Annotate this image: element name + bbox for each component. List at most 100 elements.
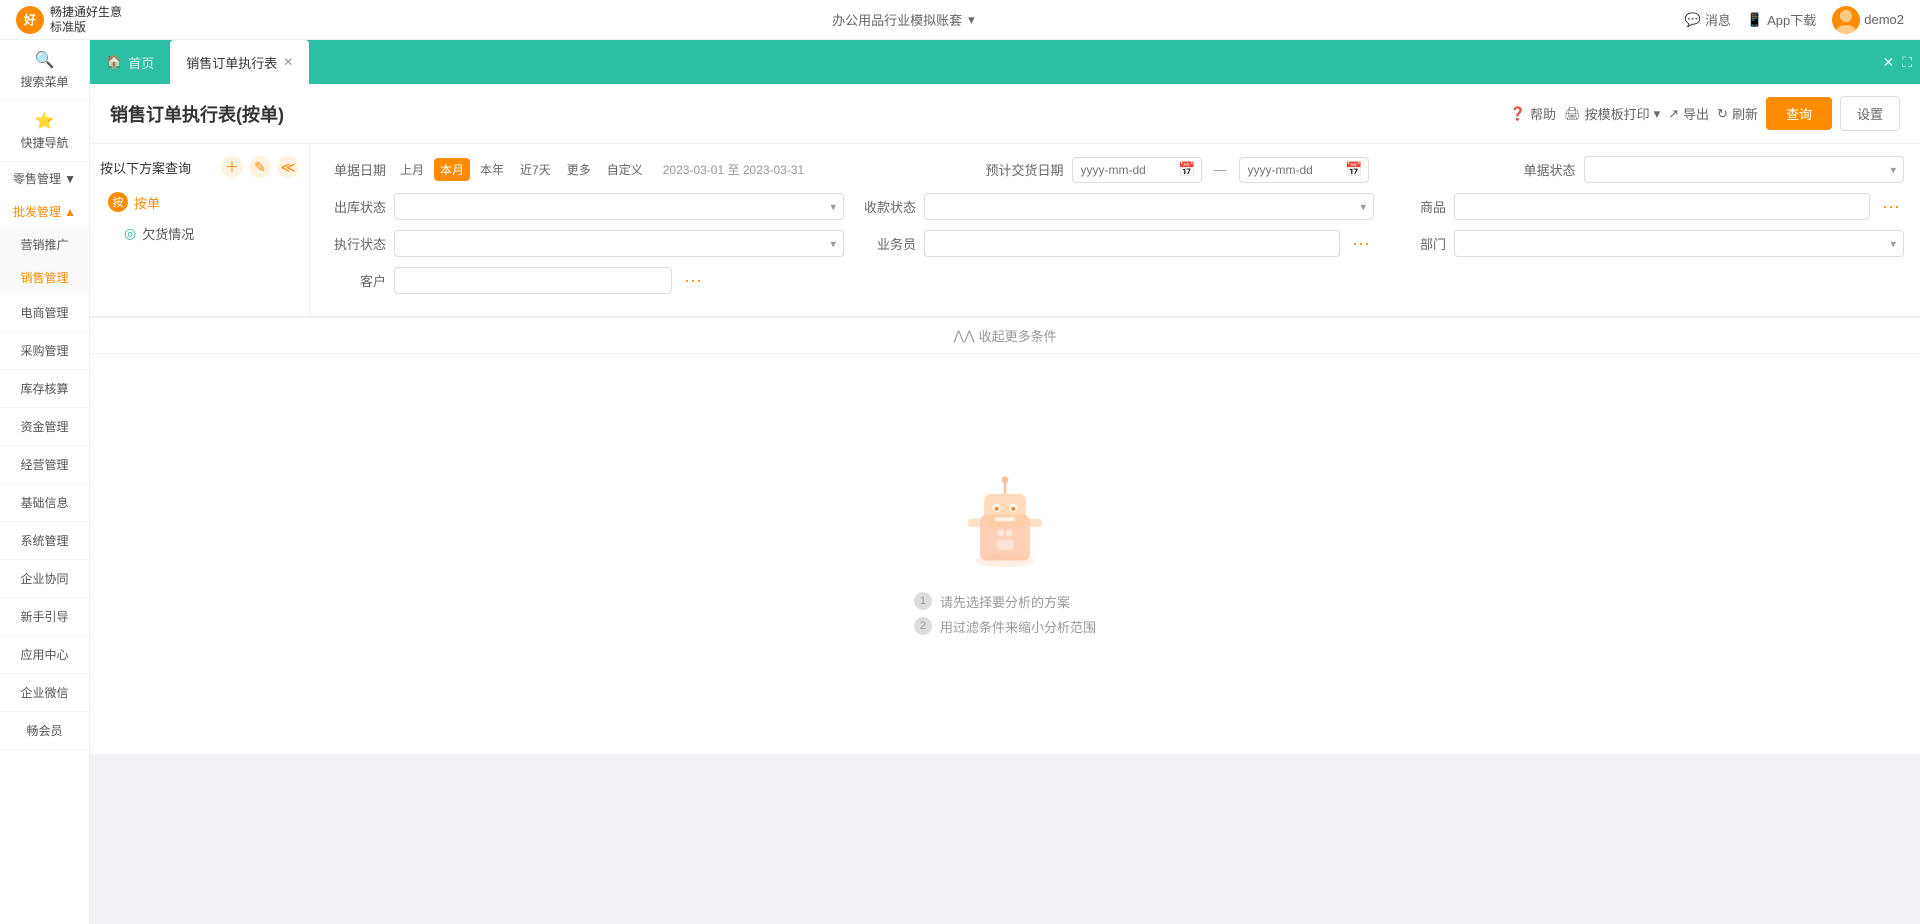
btn-last-month[interactable]: 上月 xyxy=(394,158,430,181)
salesperson-more-btn[interactable]: ··· xyxy=(1348,233,1374,254)
query-button[interactable]: 查询 xyxy=(1766,97,1832,130)
collapse-more-btn[interactable]: ⋀⋀ 收起更多条件 xyxy=(90,317,1920,353)
doc-status-label: 单据状态 xyxy=(1516,160,1576,179)
nav-title-area: 办公用品行业模拟账套 ▾ xyxy=(832,10,975,29)
date-range-buttons: 上月 本月 本年 近7天 更多 自定义 xyxy=(394,158,649,181)
collect-status-wrapper: ▾ xyxy=(924,193,1374,220)
logo: 好 畅捷通好生意 标准版 xyxy=(16,5,122,34)
tab-home[interactable]: 🏠 首页 xyxy=(90,40,170,84)
ship-status-label: 出库状态 xyxy=(326,197,386,216)
btn-last-7[interactable]: 近7天 xyxy=(514,158,557,181)
collect-status-select[interactable] xyxy=(924,193,1374,220)
message-icon: 💬 xyxy=(1685,12,1701,28)
filter-item-ship-status: 出库状态 ▾ xyxy=(326,193,844,220)
help-btn[interactable]: ❓ 帮助 xyxy=(1510,104,1556,123)
refresh-btn[interactable]: ↻ 刷新 xyxy=(1717,104,1758,123)
expected-date-end[interactable] xyxy=(1239,157,1369,183)
sidebar-item-wholesale[interactable]: 批发管理 ▲ xyxy=(0,195,89,228)
member-label: 畅会员 xyxy=(26,722,62,739)
logo-icon: 好 xyxy=(16,6,44,34)
filter-item-expected-date: 预计交货日期 📅 — 📅 xyxy=(986,157,1504,183)
page-header: 销售订单执行表(按单) ❓ 帮助 🖨 按模板打印 ▾ ↗ 导出 xyxy=(90,84,1920,144)
salesperson-label: 业务员 xyxy=(856,234,916,253)
btn-this-year[interactable]: 本年 xyxy=(474,158,510,181)
wechat-label: 企业微信 xyxy=(20,684,68,701)
sidebar-item-enterprise[interactable]: 企业协同 xyxy=(0,560,89,598)
purchase-label: 采购管理 xyxy=(20,342,68,359)
sidebar-item-newbie[interactable]: 新手引导 xyxy=(0,598,89,636)
filter-item-exec-status: 执行状态 ▾ xyxy=(326,230,844,257)
print-icon: 🖨 xyxy=(1564,106,1581,122)
filter-section: 按以下方案查询 ＋ ✎ ≪ 按 按单 ◎ 欠货情况 xyxy=(90,144,1920,317)
scheme-debt[interactable]: ◎ 欠货情况 xyxy=(100,218,299,249)
sidebar-item-base[interactable]: 基础信息 xyxy=(0,484,89,522)
expected-date-start[interactable] xyxy=(1072,157,1202,183)
empty-tip-1: 1 请先选择要分析的方案 xyxy=(914,592,1096,611)
filter-row-exec: 执行状态 ▾ 业务员 ··· xyxy=(326,230,1904,257)
refresh-icon: ↻ xyxy=(1717,106,1728,122)
customer-input[interactable] xyxy=(394,267,672,294)
sidebar-item-member[interactable]: 畅会员 xyxy=(0,712,89,750)
collect-status-label: 收款状态 xyxy=(856,197,916,216)
btn-custom[interactable]: 自定义 xyxy=(601,158,649,181)
tab-close-window-icon[interactable]: ✕ xyxy=(1882,54,1894,71)
sidebar-item-inventory[interactable]: 库存核算 xyxy=(0,370,89,408)
app-download-btn[interactable]: 📱 App下载 xyxy=(1747,10,1816,29)
tab-close-icon[interactable]: ✕ xyxy=(283,55,293,69)
operations-label: 经营管理 xyxy=(20,456,68,473)
customer-more-btn[interactable]: ··· xyxy=(680,270,706,291)
filter-item-collect-status: 收款状态 ▾ xyxy=(856,193,1374,220)
goods-more-btn[interactable]: ··· xyxy=(1878,196,1904,217)
sidebar-item-system[interactable]: 系统管理 xyxy=(0,522,89,560)
scheme-panel: 按以下方案查询 ＋ ✎ ≪ 按 按单 ◎ 欠货情况 xyxy=(90,144,310,316)
exec-status-select[interactable] xyxy=(394,230,844,257)
user-avatar[interactable]: demo2 xyxy=(1832,6,1904,34)
sidebar-item-search[interactable]: 🔍 搜索菜单 xyxy=(0,40,89,101)
template-print-btn[interactable]: 🖨 按模板打印 ▾ xyxy=(1564,104,1660,123)
sales-label: 销售管理 xyxy=(20,271,68,285)
sidebar-item-operations[interactable]: 经营管理 xyxy=(0,446,89,484)
sidebar-item-retail[interactable]: 零售管理 ▼ xyxy=(0,162,89,195)
add-scheme-icon[interactable]: ＋ xyxy=(221,156,243,178)
sidebar-item-ecommerce[interactable]: 电商管理 xyxy=(0,294,89,332)
salesperson-input[interactable] xyxy=(924,230,1340,257)
message-btn[interactable]: 💬 消息 xyxy=(1685,10,1731,29)
btn-more[interactable]: 更多 xyxy=(561,158,597,181)
btn-this-month[interactable]: 本月 xyxy=(434,158,470,181)
sidebar-item-wechat[interactable]: 企业微信 xyxy=(0,674,89,712)
tab-sales-exec[interactable]: 销售订单执行表 ✕ xyxy=(170,40,309,84)
edit-scheme-icon[interactable]: ✎ xyxy=(249,156,271,178)
tab-bar-actions: ✕ ⛶ xyxy=(1882,54,1920,71)
exec-status-wrapper: ▾ xyxy=(394,230,844,257)
filter-item-salesperson: 业务员 ··· xyxy=(856,230,1374,257)
sidebar-item-appstore[interactable]: 应用中心 xyxy=(0,636,89,674)
filter-row-customer: 客户 ··· xyxy=(326,267,1904,294)
ship-status-select[interactable] xyxy=(394,193,844,220)
inventory-label: 库存核算 xyxy=(20,380,68,397)
filter-item-customer: 客户 ··· xyxy=(326,267,706,294)
base-label: 基础信息 xyxy=(20,494,68,511)
enterprise-label: 企业协同 xyxy=(20,570,68,587)
export-btn[interactable]: ↗ 导出 xyxy=(1668,104,1709,123)
nav-dropdown-icon[interactable]: ▾ xyxy=(968,12,975,28)
sidebar-item-quicknav[interactable]: ⭐ 快捷导航 xyxy=(0,101,89,162)
sidebar-item-marketing[interactable]: 营销推广 xyxy=(0,228,89,261)
setting-button[interactable]: 设置 xyxy=(1840,96,1900,131)
sidebar-item-sales[interactable]: 销售管理 xyxy=(0,261,89,294)
customer-label: 客户 xyxy=(326,271,386,290)
dept-select[interactable] xyxy=(1454,230,1904,257)
sidebar-item-purchase[interactable]: 采购管理 xyxy=(0,332,89,370)
tab-bar: 🏠 首页 销售订单执行表 ✕ ✕ ⛶ xyxy=(90,40,1920,84)
empty-state: 1 请先选择要分析的方案 2 用过滤条件来缩小分析范围 xyxy=(90,354,1920,754)
goods-input[interactable] xyxy=(1454,193,1870,220)
system-label: 系统管理 xyxy=(20,532,68,549)
tab-maximize-icon[interactable]: ⛶ xyxy=(1902,54,1912,71)
scheme-by-order[interactable]: 按 按单 xyxy=(100,186,299,218)
collapse-scheme-icon[interactable]: ≪ xyxy=(277,156,299,178)
sidebar-item-finance[interactable]: 资金管理 xyxy=(0,408,89,446)
finance-label: 资金管理 xyxy=(20,418,68,435)
doc-status-select[interactable] xyxy=(1584,156,1905,183)
filter-item-date: 单据日期 上月 本月 本年 近7天 更多 自定义 2023-03-01 至 20… xyxy=(326,158,974,181)
ecommerce-label: 电商管理 xyxy=(20,304,68,321)
print-dropdown-icon[interactable]: ▾ xyxy=(1654,106,1661,122)
